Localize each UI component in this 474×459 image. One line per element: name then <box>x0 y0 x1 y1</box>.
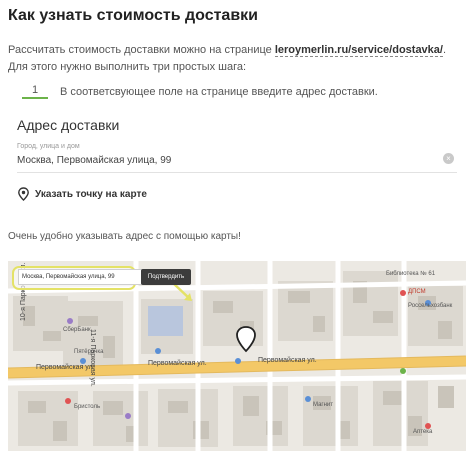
intro-paragraph: Рассчитать стоимость доставки можно на с… <box>8 42 468 76</box>
delivery-page-link[interactable]: leroymerlin.ru/service/dostavka/ <box>274 44 443 57</box>
street-label-3: Первомайская ул. <box>258 357 317 364</box>
page-title: Как узнать стоимость доставки <box>8 7 258 24</box>
poi-label: Бристоль <box>74 404 101 410</box>
poi-label: Магнит <box>313 402 334 408</box>
vertical-street-label-1: 11-я Парковая ул. <box>89 329 96 387</box>
location-pin <box>236 326 256 353</box>
map-highlighted-building <box>148 306 183 336</box>
poi-label: СберБанк <box>63 327 91 333</box>
clear-icon[interactable]: × <box>443 153 454 164</box>
step-1: 1 В соответсвующее поле на странице введ… <box>22 84 378 99</box>
confirm-button[interactable]: Подтвердить <box>141 269 191 285</box>
poi-label: Пятёрочка <box>74 349 104 355</box>
street-label-1: Первомайская ул. <box>36 364 95 371</box>
show-on-map-link[interactable]: Указать точку на карте <box>17 187 147 201</box>
address-field-label: Город, улица и дом <box>17 143 80 150</box>
step-number: 1 <box>22 84 48 99</box>
street-label-2: Первомайская ул. <box>148 360 207 367</box>
show-on-map-label: Указать точку на карте <box>35 188 147 200</box>
intro-text-before: Рассчитать стоимость доставки можно на с… <box>8 44 275 56</box>
map-pin-icon <box>18 187 29 201</box>
step-text: В соответсвующее поле на странице введит… <box>60 85 378 98</box>
map-hint: Очень удобно указывать адрес с помощью к… <box>8 231 241 242</box>
address-form-title: Адрес доставки <box>17 117 120 133</box>
address-input[interactable]: Москва, Первомайская улица, 99 <box>17 155 171 166</box>
map-search-input[interactable]: Москва, Первомайская улица, 99 <box>18 269 142 285</box>
address-field-underline <box>17 172 457 173</box>
poi-label: Аптека <box>413 429 433 435</box>
poi-label: Россельхозбанк <box>408 303 453 309</box>
map-preview[interactable]: Первомайская ул. Первомайская ул. Первом… <box>8 261 466 451</box>
poi-label: ДПСМ <box>408 289 426 295</box>
poi-label: Библиотека № 61 <box>386 271 436 277</box>
